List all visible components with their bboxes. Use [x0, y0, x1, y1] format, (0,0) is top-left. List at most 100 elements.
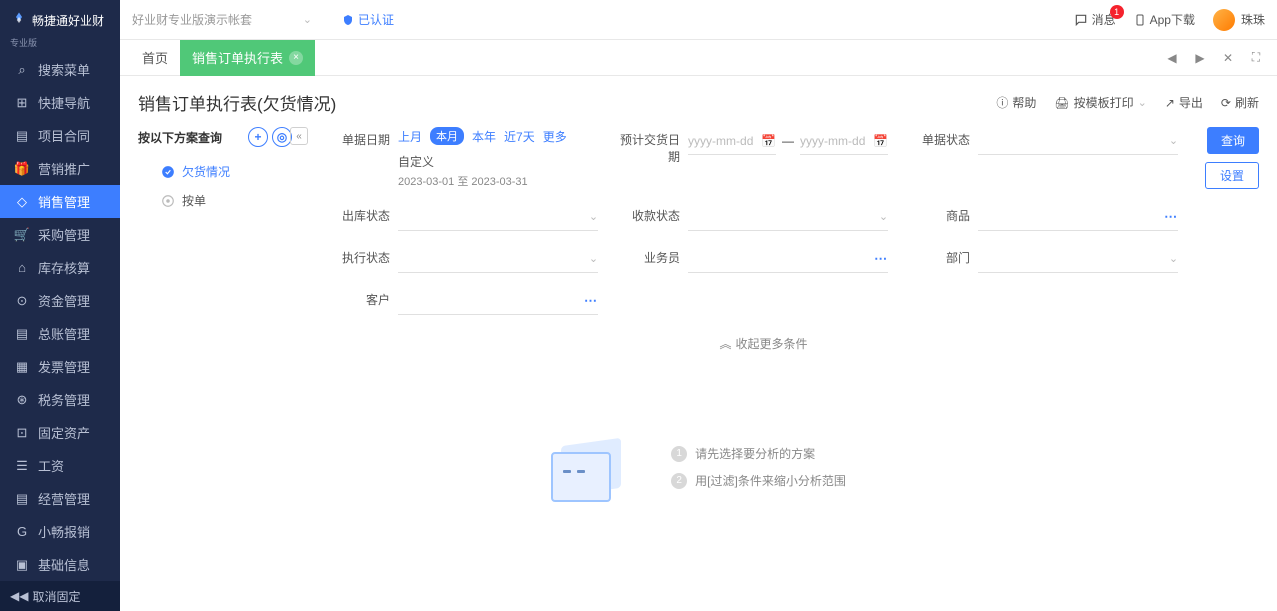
empty-state: 1请先选择要分析的方案 2用[过滤]条件来缩小分析范围: [138, 432, 1259, 512]
sidebar-item-6[interactable]: ⌂ 库存核算: [0, 251, 120, 284]
tab-sales-exec[interactable]: 销售订单执行表 ×: [180, 40, 315, 76]
user-menu[interactable]: 珠珠: [1213, 9, 1265, 31]
close-icon[interactable]: ×: [289, 51, 303, 65]
scheme-collapse[interactable]: «: [290, 127, 308, 145]
sidebar-item-label: 库存核算: [38, 258, 90, 277]
doc-status-select[interactable]: ⌄: [978, 127, 1178, 155]
menu-icon: ▤: [14, 491, 30, 507]
customer-select[interactable]: ⋯: [398, 287, 598, 315]
menu-icon: G: [14, 524, 30, 540]
product-select[interactable]: ⋯: [978, 203, 1178, 231]
chevron-up-icon: ︽: [719, 335, 731, 352]
fullscreen-icon[interactable]: ⛶: [1245, 47, 1267, 69]
sidebar-item-7[interactable]: ⊙资金管理: [0, 284, 120, 317]
help-label: 帮助: [1012, 94, 1036, 111]
sidebar-item-4[interactable]: ◇销售管理: [0, 185, 120, 218]
tab-label: 首页: [142, 48, 168, 67]
chevron-down-icon: ⌄: [303, 13, 312, 26]
date-last-month[interactable]: 上月: [398, 128, 422, 145]
expected-date-to[interactable]: yyyy-mm-dd 📅: [800, 127, 888, 155]
collapse-filters[interactable]: ︽ 收起更多条件: [719, 335, 807, 352]
help-button[interactable]: ⓘ 帮助: [996, 94, 1036, 111]
date-this-month[interactable]: 本月: [430, 127, 464, 145]
scheme-item-0[interactable]: 欠货情况: [138, 157, 292, 186]
menu-icon: 🛒: [14, 227, 30, 243]
sidebar-item-8[interactable]: ▤总账管理: [0, 317, 120, 350]
sidebar-item-label: 总账管理: [38, 324, 90, 343]
sidebar-item-1[interactable]: ⊞快捷导航: [0, 86, 120, 119]
scheme-panel: 按以下方案查询 + ◎ « 欠货情况按单: [138, 127, 298, 352]
sidebar-item-9[interactable]: ▦发票管理: [0, 350, 120, 383]
sidebar-item-10[interactable]: ⊛税务管理: [0, 383, 120, 416]
tab-home[interactable]: 首页: [130, 40, 180, 76]
target-icon: [160, 193, 176, 209]
pay-status-select[interactable]: ⌄: [688, 203, 888, 231]
out-status-select[interactable]: ⌄: [398, 203, 598, 231]
expected-date-from[interactable]: yyyy-mm-dd 📅: [688, 127, 776, 155]
scheme-item-label: 欠货情况: [182, 163, 230, 180]
exec-status-select[interactable]: ⌄: [398, 245, 598, 273]
date-separator: —: [782, 134, 794, 148]
sidebar-item-label: 营销推广: [38, 159, 90, 178]
verified-text: 已认证: [358, 11, 394, 28]
sidebar-item-label: 经营管理: [38, 489, 90, 508]
scheme-item-1[interactable]: 按单: [138, 186, 292, 215]
shield-icon: [342, 14, 354, 26]
scheme-item-label: 按单: [182, 192, 206, 209]
date-custom[interactable]: 自定义: [398, 153, 434, 170]
tab-label: 销售订单执行表: [192, 48, 283, 67]
salesman-select[interactable]: ⋯: [688, 245, 888, 273]
avatar: [1213, 9, 1235, 31]
refresh-button[interactable]: ⟳ 刷新: [1221, 94, 1259, 111]
sidebar-item-3[interactable]: 🎁营销推广: [0, 152, 120, 185]
export-label: 导出: [1179, 94, 1203, 111]
step-text: 请先选择要分析的方案: [695, 445, 815, 462]
pay-status-label: 收款状态: [618, 203, 688, 224]
add-scheme-button[interactable]: +: [248, 127, 268, 147]
tab-close-all[interactable]: ✕: [1217, 47, 1239, 69]
scheme-settings-button[interactable]: ◎: [272, 127, 292, 147]
salesman-label: 业务员: [618, 245, 688, 266]
menu-icon: ⊡: [14, 425, 30, 441]
sidebar-item-12[interactable]: ☰工资: [0, 449, 120, 482]
sidebar-item-13[interactable]: ▤ 经营管理: [0, 482, 120, 515]
app-download-button[interactable]: App下载: [1134, 11, 1195, 28]
sidebar-item-label: 小畅报销: [38, 522, 90, 541]
sidebar-item-5[interactable]: 🛒采购管理: [0, 218, 120, 251]
menu-icon: ▦: [14, 359, 30, 375]
export-button[interactable]: ↗ 导出: [1165, 94, 1203, 111]
sidebar-item-11[interactable]: ⊡固定资产: [0, 416, 120, 449]
menu-icon: ⌂: [14, 260, 30, 276]
messages-button[interactable]: 消息 1: [1074, 11, 1116, 28]
sidebar-item-2[interactable]: ▤项目合同: [0, 119, 120, 152]
date-more[interactable]: 更多: [543, 128, 567, 145]
step-number: 2: [671, 473, 687, 489]
collapse-label: 收起更多条件: [736, 335, 808, 352]
sidebar-item-label: 项目合同: [38, 126, 90, 145]
settings-button[interactable]: 设置: [1205, 162, 1259, 189]
dept-select[interactable]: ⌄: [978, 245, 1178, 273]
print-button[interactable]: 🖨 按模板打印 ⌄: [1054, 94, 1146, 111]
sidebar-item-15[interactable]: ▣基础信息: [0, 548, 120, 581]
tab-prev[interactable]: ◀: [1161, 47, 1183, 69]
pin-toggle[interactable]: ◀◀ 取消固定: [0, 581, 120, 611]
menu-icon: ⊞: [14, 95, 30, 111]
page-title: 销售订单执行表(欠货情况): [138, 90, 336, 115]
sidebar-item-label: 基础信息: [38, 555, 90, 574]
print-label: 按模板打印: [1074, 94, 1134, 111]
date-quick-picks: 上月 本月 本年 近7天 更多 自定义: [398, 127, 598, 170]
date-this-year[interactable]: 本年: [472, 128, 496, 145]
app-download-label: App下载: [1150, 11, 1195, 28]
sidebar-item-0[interactable]: ⌕搜索菜单: [0, 53, 120, 86]
tab-next[interactable]: ▶: [1189, 47, 1211, 69]
account-selector[interactable]: 好业财专业版演示帐套 ⌄: [132, 11, 312, 28]
verified-badge: 已认证: [342, 11, 394, 28]
date-recent7[interactable]: 近7天: [504, 128, 535, 145]
empty-illustration: [551, 432, 641, 512]
filter-form: 单据日期 上月 本月 本年 近7天 更多 自定义 2023-03-01 至 20…: [298, 127, 1199, 352]
chevron-down-icon: ⌄: [1138, 96, 1147, 109]
sidebar-item-14[interactable]: G 小畅报销: [0, 515, 120, 548]
more-icon: ⋯: [1164, 209, 1178, 225]
query-button[interactable]: 查询: [1207, 127, 1259, 154]
refresh-label: 刷新: [1235, 94, 1259, 111]
